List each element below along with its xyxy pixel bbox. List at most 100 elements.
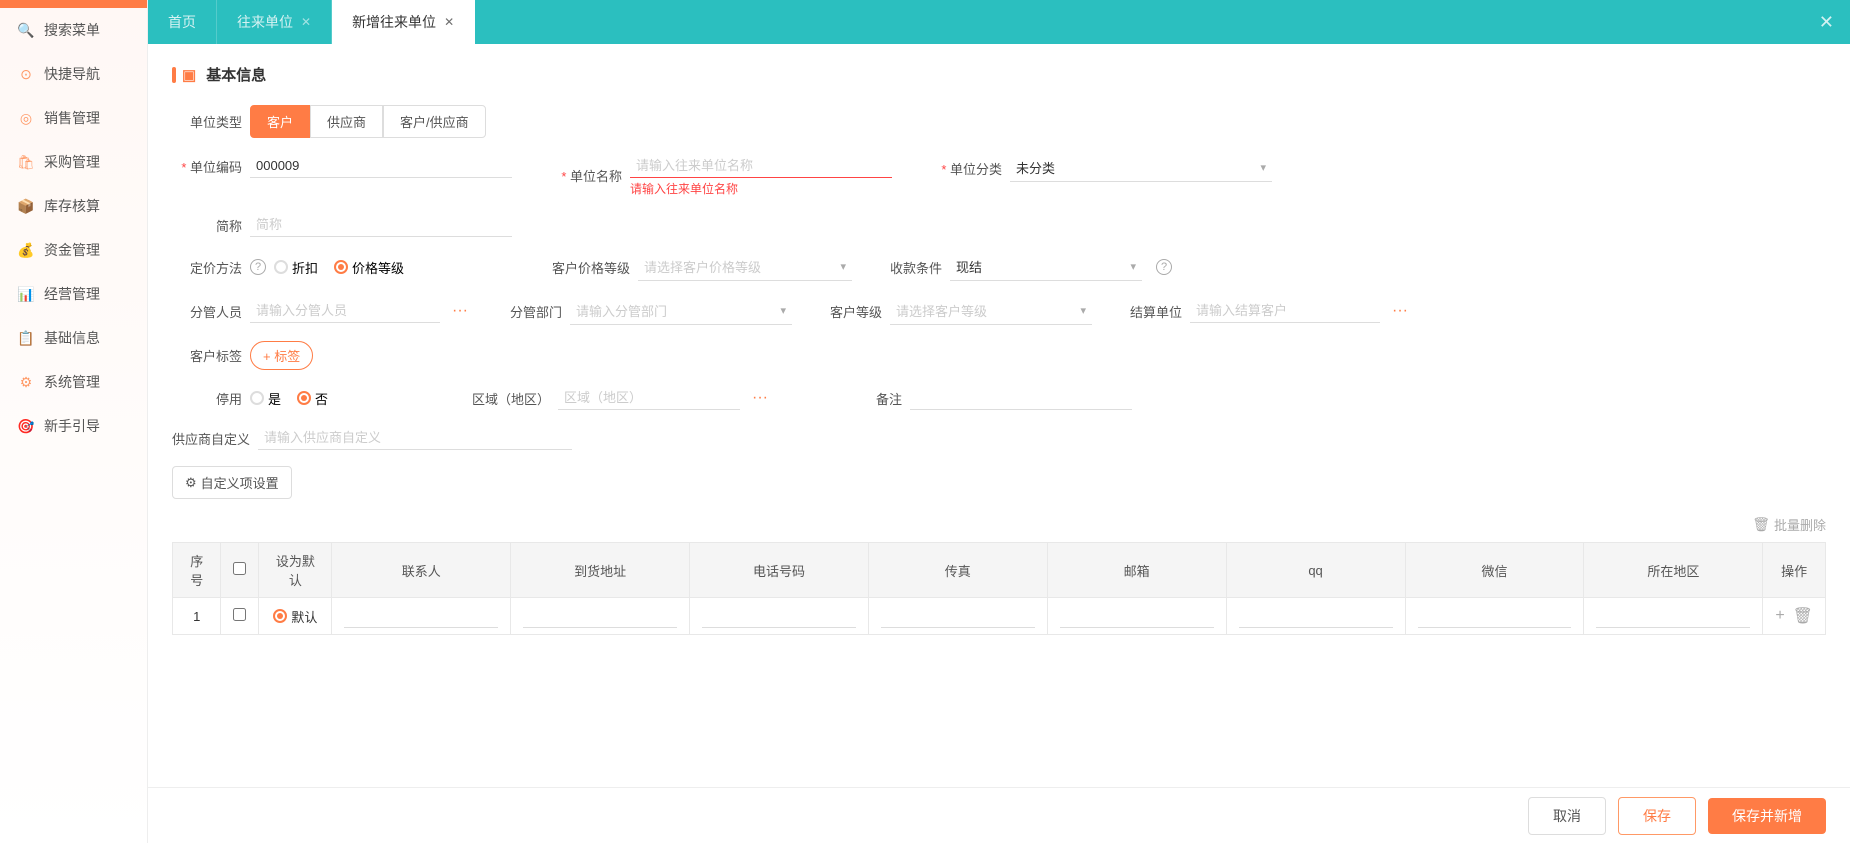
pricing-discount-radio[interactable]	[274, 260, 288, 274]
sidebar-item-sales[interactable]: ◎ 销售管理	[0, 96, 147, 140]
col-phone: 电话号码	[690, 543, 869, 598]
unit-code-input[interactable]	[250, 154, 512, 178]
row-default-label: 默认	[291, 607, 317, 626]
settlement-unit-input[interactable]	[1190, 299, 1380, 323]
remark-label: 备注	[832, 389, 902, 408]
tab-new-partner[interactable]: 新增往来单位 ✕	[332, 0, 475, 44]
sidebar-item-finance[interactable]: 💰 资金管理	[0, 228, 147, 272]
pricing-method-label: 定价方法	[172, 258, 242, 277]
cancel-button[interactable]: 取消	[1528, 797, 1606, 835]
pricing-level-radio[interactable]	[334, 260, 348, 274]
region-input[interactable]	[558, 386, 740, 410]
row-email-input[interactable]	[1060, 604, 1214, 628]
custom-settings-button[interactable]: ⚙ 自定义项设置	[172, 466, 292, 499]
batch-delete-label[interactable]: 批量删除	[1774, 515, 1826, 534]
region-more-icon[interactable]: ···	[748, 389, 772, 407]
row-address[interactable]	[511, 598, 690, 635]
manager-more-icon[interactable]: ···	[448, 302, 472, 320]
home-icon: ⊙	[16, 64, 36, 84]
supplier-custom-input[interactable]	[258, 426, 572, 450]
department-field: 分管部门 请输入分管部门 ▾	[492, 297, 792, 325]
sidebar-item-purchase[interactable]: 🛍 采购管理	[0, 140, 147, 184]
disabled-label: 停用	[172, 389, 242, 408]
customer-tag-label: 客户标签	[172, 346, 242, 365]
row-fax[interactable]	[868, 598, 1047, 635]
col-checkbox	[221, 543, 259, 598]
sidebar-item-system[interactable]: ⚙ 系统管理	[0, 360, 147, 404]
remark-field: 备注	[832, 386, 1132, 410]
save-button[interactable]: 保存	[1618, 797, 1696, 835]
disabled-yes-option[interactable]: 是	[250, 389, 281, 408]
row-delete-icon[interactable]: 🗑	[1793, 606, 1813, 626]
sidebar-item-label: 库存核算	[44, 196, 100, 216]
pricing-discount-label: 折扣	[292, 258, 318, 277]
tab-bar: 首页 往来单位 ✕ 新增往来单位 ✕ ✕	[148, 0, 1850, 44]
tab-label: 首页	[168, 12, 196, 32]
row-region-input[interactable]	[1596, 604, 1750, 628]
sidebar-item-search[interactable]: 🔍 搜索菜单	[0, 8, 147, 52]
short-name-input[interactable]	[250, 213, 512, 237]
sidebar-item-guide[interactable]: 🎯 新手引导	[0, 404, 147, 448]
row-checkbox-input[interactable]	[233, 608, 246, 621]
row-contact[interactable]	[332, 598, 511, 635]
contacts-table: 序号 设为默认 联系人 到货地址 电话号码 传真 邮箱 qq 微信 所在地区 操…	[172, 542, 1826, 635]
close-all-icon[interactable]: ✕	[1819, 12, 1834, 33]
row-region[interactable]	[1584, 598, 1763, 635]
row-wechat[interactable]	[1405, 598, 1584, 635]
row-qq-input[interactable]	[1239, 604, 1393, 628]
unit-type-group: 客户 供应商 客户/供应商	[250, 105, 486, 138]
unit-type-label: 单位类型	[172, 112, 242, 131]
row-fax-input[interactable]	[881, 604, 1035, 628]
remark-input[interactable]	[910, 386, 1132, 410]
manager-input[interactable]	[250, 299, 440, 323]
row-phone[interactable]	[690, 598, 869, 635]
row-default-radio[interactable]	[273, 609, 287, 623]
payment-terms-help-icon[interactable]: ?	[1156, 259, 1172, 275]
settlement-unit-more-icon[interactable]: ···	[1388, 302, 1412, 320]
department-select[interactable]: 请输入分管部门 ▾	[570, 297, 792, 325]
row-add-icon[interactable]: +	[1775, 607, 1784, 625]
tab-close-icon[interactable]: ✕	[444, 15, 454, 29]
sidebar-item-label: 搜索菜单	[44, 20, 100, 40]
disabled-group: 是 否	[250, 389, 328, 408]
unit-category-field: 单位分类 未分类 ▾	[932, 154, 1272, 182]
unit-type-supplier-btn[interactable]: 供应商	[310, 105, 383, 138]
customer-price-level-select[interactable]: 请选择客户价格等级 ▾	[638, 253, 852, 281]
disabled-field: 停用 是 否	[172, 389, 412, 408]
add-tag-button[interactable]: + 标签	[250, 341, 313, 370]
row-email[interactable]	[1047, 598, 1226, 635]
pricing-discount-option[interactable]: 折扣	[274, 258, 318, 277]
unit-type-customer-btn[interactable]: 客户	[250, 105, 310, 138]
pricing-level-option[interactable]: 价格等级	[334, 258, 404, 277]
col-qq: qq	[1226, 543, 1405, 598]
tab-partner[interactable]: 往来单位 ✕	[217, 0, 332, 44]
row-phone-input[interactable]	[702, 604, 856, 628]
finance-icon: 💰	[16, 240, 36, 260]
tab-home[interactable]: 首页	[148, 0, 217, 44]
pricing-help-icon[interactable]: ?	[250, 259, 266, 275]
row-default-radio-item[interactable]: 默认	[271, 607, 319, 626]
row-wechat-input[interactable]	[1418, 604, 1572, 628]
unit-name-input[interactable]	[630, 154, 892, 178]
customer-level-select[interactable]: 请选择客户等级 ▾	[890, 297, 1092, 325]
row-contact-input[interactable]	[344, 604, 498, 628]
settlement-unit-field: 结算单位 ···	[1112, 299, 1412, 323]
unit-type-both-btn[interactable]: 客户/供应商	[383, 105, 486, 138]
payment-terms-select[interactable]: 现结 ▾	[950, 253, 1142, 281]
disabled-no-option[interactable]: 否	[297, 389, 328, 408]
row-qq[interactable]	[1226, 598, 1405, 635]
save-and-new-button[interactable]: 保存并新增	[1708, 798, 1826, 834]
select-all-checkbox[interactable]	[233, 562, 246, 575]
sidebar-item-operations[interactable]: 📊 经营管理	[0, 272, 147, 316]
operations-icon: 📊	[16, 284, 36, 304]
tab-close-icon[interactable]: ✕	[301, 15, 311, 29]
sidebar-item-quick-nav[interactable]: ⊙ 快捷导航	[0, 52, 147, 96]
row-address-input[interactable]	[523, 604, 677, 628]
sidebar-item-basic[interactable]: 📋 基础信息	[0, 316, 147, 360]
sidebar-item-inventory[interactable]: 📦 库存核算	[0, 184, 147, 228]
disabled-yes-radio[interactable]	[250, 391, 264, 405]
chevron-down-icon: ▾	[1260, 161, 1266, 174]
unit-category-select[interactable]: 未分类 ▾	[1010, 154, 1272, 182]
disabled-no-label: 否	[315, 389, 328, 408]
disabled-no-radio[interactable]	[297, 391, 311, 405]
